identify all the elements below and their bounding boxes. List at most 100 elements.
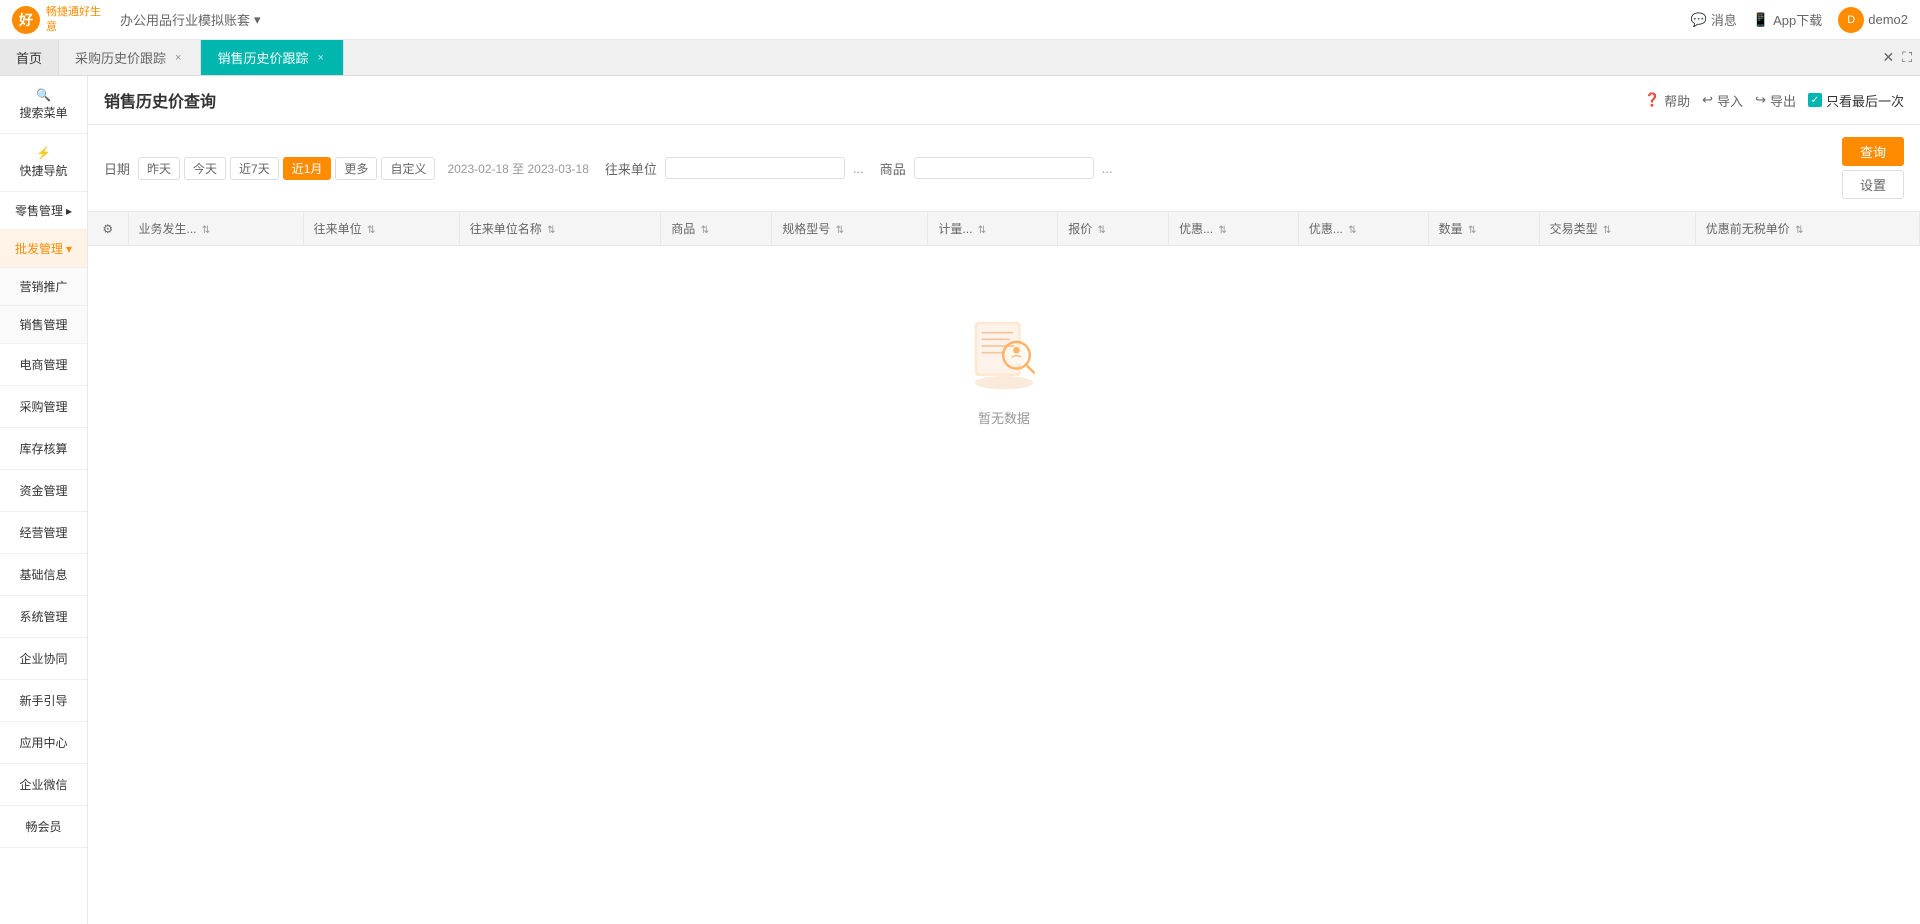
goods-filter-group: 商品 ... (880, 157, 1113, 179)
last7-btn[interactable]: 近7天 (230, 157, 279, 180)
col-goods[interactable]: 商品 ⇅ (661, 212, 772, 246)
export-button[interactable]: ↪ 导出 (1755, 91, 1796, 110)
col-qty[interactable]: 数量 ⇅ (1428, 212, 1539, 246)
top-bar-left: 好 畅捷通好生意 办公用品行业模拟账套 ▾ (12, 5, 267, 34)
setting-button[interactable]: 设置 (1842, 170, 1904, 199)
sidebar-item-ecom[interactable]: 电商管理 (0, 344, 87, 386)
phone-icon: 📱 (1753, 12, 1769, 28)
sidebar-item-operations[interactable]: 经营管理 (0, 512, 87, 554)
sort-goods-icon: ⇅ (701, 225, 709, 236)
custom-btn[interactable]: 自定义 (381, 157, 435, 180)
col-pretax-price-label: 优惠前无税单价 (1706, 222, 1790, 236)
top-bar: 好 畅捷通好生意 办公用品行业模拟账套 ▾ 💬 消息 📱 App下载 D dem… (0, 0, 1920, 40)
tab-expand-icon[interactable]: ⛶ (1902, 49, 1912, 66)
col-settings[interactable]: ⚙ (88, 212, 128, 246)
table-container: ⚙ 业务发生... ⇅ 往来单位 ⇅ 往来单位名称 ⇅ (88, 212, 1920, 924)
date-quick-btns: 昨天 今天 近7天 近1月 更多 自定义 (138, 157, 435, 180)
page-header: 销售历史价查询 ❓ 帮助 ↩ 导入 ↪ 导出 ✓ (88, 76, 1920, 125)
sidebar-item-quick[interactable]: ⚡ 快捷导航 (0, 134, 87, 192)
company-selector[interactable]: 办公用品行业模拟账套 ▾ (114, 8, 267, 31)
col-discount1[interactable]: 优惠... ⇅ (1169, 212, 1299, 246)
help-button[interactable]: ❓ 帮助 (1644, 91, 1690, 110)
tab-purchase-history[interactable]: 采购历史价跟踪 × (59, 40, 201, 75)
col-trade-type-label: 交易类型 (1550, 222, 1598, 236)
table-header-row: ⚙ 业务发生... ⇅ 往来单位 ⇅ 往来单位名称 ⇅ (88, 212, 1920, 246)
user-menu[interactable]: D demo2 (1838, 7, 1908, 33)
page-actions: ❓ 帮助 ↩ 导入 ↪ 导出 ✓ 只看最后一次 (1644, 91, 1904, 110)
date-range-display: 2023-02-18 至 2023-03-18 (447, 160, 588, 177)
sort-discount1-icon: ⇅ (1218, 225, 1226, 236)
col-trade-type[interactable]: 交易类型 ⇅ (1539, 212, 1695, 246)
date-filter-group: 日期 昨天 今天 近7天 近1月 更多 自定义 2023-02-18 至 202… (104, 157, 589, 180)
only-last-checkbox-label[interactable]: ✓ 只看最后一次 (1808, 91, 1904, 110)
sidebar-item-wholesale[interactable]: 批发管理 ▾ (0, 230, 87, 268)
col-partner-name[interactable]: 往来单位名称 ⇅ (459, 212, 661, 246)
tab-purchase-close[interactable]: × (172, 51, 184, 65)
filter-actions: 查询 设置 (1842, 137, 1904, 199)
chevron-down-icon: ▾ (254, 12, 261, 28)
partner-input[interactable] (665, 157, 845, 179)
search-icon: 🔍 (36, 88, 51, 102)
sidebar-item-finance[interactable]: 资金管理 (0, 470, 87, 512)
main-layout: 🔍 搜索菜单 ⚡ 快捷导航 零售管理 ▸ 批发管理 ▾ 营销推广 销售管理 电商… (0, 76, 1920, 924)
app-download-button[interactable]: 📱 App下载 (1753, 10, 1822, 29)
sidebar-item-retail[interactable]: 零售管理 ▸ (0, 192, 87, 230)
col-spec[interactable]: 规格型号 ⇅ (772, 212, 928, 246)
col-discount1-label: 优惠... (1179, 222, 1213, 236)
data-table: ⚙ 业务发生... ⇅ 往来单位 ⇅ 往来单位名称 ⇅ (88, 212, 1920, 246)
today-btn[interactable]: 今天 (184, 157, 226, 180)
sidebar-item-marketing[interactable]: 营销推广 (0, 268, 87, 306)
col-pretax-price[interactable]: 优惠前无税单价 ⇅ (1695, 212, 1919, 246)
query-button[interactable]: 查询 (1842, 137, 1904, 166)
col-goods-label: 商品 (671, 222, 695, 236)
export-icon: ↪ (1755, 92, 1766, 108)
avatar: D (1838, 7, 1864, 33)
sidebar-item-appstore[interactable]: 应用中心 (0, 722, 87, 764)
tab-sales-label: 销售历史价跟踪 (217, 48, 308, 67)
sidebar: 🔍 搜索菜单 ⚡ 快捷导航 零售管理 ▸ 批发管理 ▾ 营销推广 销售管理 电商… (0, 76, 88, 924)
col-biz-date-label: 业务发生... (139, 222, 197, 236)
sidebar-wholesale-sub: 营销推广 销售管理 (0, 268, 87, 344)
import-button[interactable]: ↩ 导入 (1702, 91, 1743, 110)
quick-nav-icon: ⚡ (36, 146, 51, 160)
sort-trade-type-icon: ⇅ (1603, 225, 1611, 236)
tab-home[interactable]: 首页 (0, 40, 59, 75)
tab-close-all-icon[interactable]: ✕ (1882, 49, 1894, 66)
sort-unit-icon: ⇅ (978, 225, 986, 236)
sidebar-item-inventory[interactable]: 库存核算 (0, 428, 87, 470)
more-btn[interactable]: 更多 (335, 157, 377, 180)
tab-sales-close[interactable]: × (314, 51, 326, 65)
yesterday-btn[interactable]: 昨天 (138, 157, 180, 180)
sort-partner-code-icon: ⇅ (367, 225, 375, 236)
goods-dots[interactable]: ... (1102, 161, 1113, 176)
empty-illustration (954, 306, 1054, 396)
sidebar-item-guide[interactable]: 新手引导 (0, 680, 87, 722)
goods-input[interactable] (914, 157, 1094, 179)
sidebar-item-vip[interactable]: 畅会员 (0, 806, 87, 848)
sidebar-item-search[interactable]: 🔍 搜索菜单 (0, 76, 87, 134)
message-icon: 💬 (1691, 12, 1707, 28)
col-partner-name-label: 往来单位名称 (470, 222, 542, 236)
col-unit[interactable]: 计量... ⇅ (928, 212, 1058, 246)
partner-label: 往来单位 (605, 159, 657, 178)
sidebar-item-enterprise[interactable]: 企业协同 (0, 638, 87, 680)
col-partner-code[interactable]: 往来单位 ⇅ (303, 212, 459, 246)
sidebar-item-wechat[interactable]: 企业微信 (0, 764, 87, 806)
date-label: 日期 (104, 159, 130, 178)
col-biz-date[interactable]: 业务发生... ⇅ (128, 212, 303, 246)
partner-filter-group: 往来单位 ... (605, 157, 864, 179)
col-price[interactable]: 报价 ⇅ (1058, 212, 1169, 246)
tab-sales-history[interactable]: 销售历史价跟踪 × (201, 40, 343, 75)
import-icon: ↩ (1702, 92, 1713, 108)
sidebar-item-purchase[interactable]: 采购管理 (0, 386, 87, 428)
sidebar-item-system[interactable]: 系统管理 (0, 596, 87, 638)
company-name: 办公用品行业模拟账套 (120, 10, 250, 29)
sidebar-item-basic[interactable]: 基础信息 (0, 554, 87, 596)
col-discount2[interactable]: 优惠... ⇅ (1298, 212, 1428, 246)
sidebar-item-sales[interactable]: 销售管理 (0, 306, 87, 344)
month1-btn[interactable]: 近1月 (283, 157, 332, 180)
sort-discount2-icon: ⇅ (1348, 225, 1356, 236)
only-last-checkbox[interactable]: ✓ (1808, 93, 1822, 107)
message-button[interactable]: 💬 消息 (1691, 10, 1737, 29)
partner-dots[interactable]: ... (853, 161, 864, 176)
